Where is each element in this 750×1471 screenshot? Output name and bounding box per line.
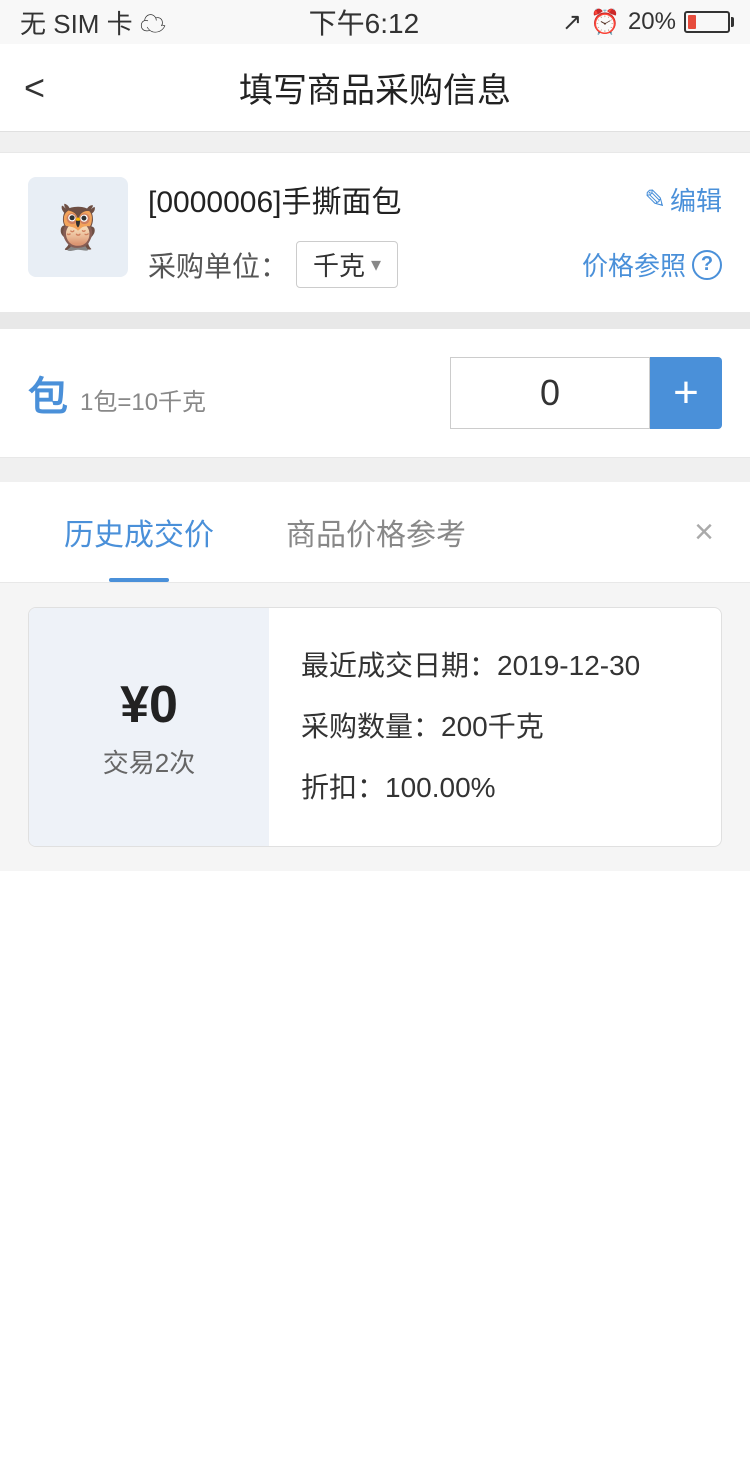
- page-title: 填写商品采购信息: [239, 63, 511, 112]
- edit-button[interactable]: ✎ 编辑: [644, 181, 722, 218]
- battery-fill: [688, 15, 696, 29]
- recent-date-value: 2019-12-30: [497, 650, 640, 681]
- status-right: ↗ ⏰ 20%: [562, 8, 730, 37]
- unit-label: 采购单位：: [148, 245, 288, 285]
- alarm-icon: ⏰: [590, 8, 620, 37]
- status-bar: 无 SIM 卡 ☁ 下午6:12 ↗ ⏰ 20%: [0, 0, 750, 44]
- recent-date-row: 最近成交日期：2019-12-30: [301, 644, 689, 689]
- quantity-plus-button[interactable]: +: [650, 357, 722, 429]
- quantity-unit-big: 包: [28, 364, 68, 422]
- price-left-panel: ¥0 交易2次: [29, 608, 269, 846]
- purchase-qty-label: 采购数量：: [301, 711, 441, 742]
- price-transactions: 交易2次: [103, 743, 195, 780]
- recent-date-label: 最近成交日期：: [301, 650, 497, 681]
- currency-symbol: ¥: [120, 676, 149, 734]
- no-sim-text: 无 SIM 卡 ☁: [20, 4, 166, 41]
- price-amount: ¥0: [120, 675, 178, 735]
- product-card: 🦉 [0000006]手撕面包 ✎ 编辑 采购单位： 千克 ▾: [0, 152, 750, 313]
- nav-bar: < 填写商品采购信息: [0, 44, 750, 132]
- tab-close-button[interactable]: ×: [686, 505, 722, 560]
- purchase-qty-row: 采购数量：200千克: [301, 705, 689, 750]
- status-left: 无 SIM 卡 ☁: [20, 4, 166, 41]
- battery-icon: [684, 11, 730, 33]
- purchase-qty-value: 200千克: [441, 711, 544, 742]
- quantity-conversion: 1包=10千克: [80, 382, 206, 417]
- quantity-row: 包 1包=10千克 0 +: [0, 329, 750, 458]
- unit-select-dropdown[interactable]: 千克 ▾: [296, 241, 398, 288]
- price-ref-label: 价格参照: [582, 246, 686, 283]
- product-thumbnail: 🦉: [28, 177, 128, 277]
- edit-icon: ✎: [644, 184, 666, 215]
- price-card: ¥0 交易2次 最近成交日期：2019-12-30 采购数量：200千克 折扣：…: [28, 607, 722, 847]
- price-ref-button[interactable]: 价格参照 ?: [582, 246, 722, 283]
- product-header: 🦉 [0000006]手撕面包 ✎ 编辑 采购单位： 千克 ▾: [28, 177, 722, 288]
- product-info: [0000006]手撕面包 ✎ 编辑 采购单位： 千克 ▾ 价格参照 ?: [148, 177, 722, 288]
- help-circle-icon: ?: [692, 250, 722, 280]
- product-name-text: 手撕面包: [281, 186, 401, 219]
- amount-value: 0: [149, 676, 178, 734]
- product-owl-icon: 🦉: [51, 201, 106, 253]
- product-id: [0000006]: [148, 186, 281, 219]
- unit-value: 千克: [313, 246, 365, 283]
- tab-product-price-ref[interactable]: 商品价格参考: [250, 482, 502, 582]
- battery-percent: 20%: [628, 8, 676, 36]
- quantity-control: 0 +: [450, 357, 722, 429]
- price-right-panel: 最近成交日期：2019-12-30 采购数量：200千克 折扣：100.00%: [269, 608, 721, 846]
- tab-history-price[interactable]: 历史成交价: [28, 482, 250, 582]
- discount-label: 折扣：: [301, 772, 385, 803]
- back-button[interactable]: <: [24, 67, 45, 109]
- quantity-input[interactable]: 0: [450, 357, 650, 429]
- tabs-list: 历史成交价 商品价格参考: [28, 482, 502, 582]
- quantity-label-group: 包 1包=10千克: [28, 364, 206, 422]
- location-icon: ↗: [562, 8, 582, 37]
- product-title-row: [0000006]手撕面包 ✎ 编辑: [148, 177, 722, 221]
- section-divider: [0, 313, 750, 329]
- purchase-unit-row: 采购单位： 千克 ▾ 价格参照 ?: [148, 241, 722, 288]
- edit-label: 编辑: [670, 181, 722, 218]
- discount-value: 100.00%: [385, 772, 496, 803]
- price-card-wrap: ¥0 交易2次 最近成交日期：2019-12-30 采购数量：200千克 折扣：…: [0, 583, 750, 871]
- product-name: [0000006]手撕面包: [148, 177, 401, 221]
- tabs-bar: 历史成交价 商品价格参考 ×: [0, 482, 750, 583]
- dropdown-arrow-icon: ▾: [371, 252, 381, 277]
- page-rest: [0, 871, 750, 1471]
- status-time: 下午6:12: [309, 2, 420, 42]
- discount-row: 折扣：100.00%: [301, 766, 689, 811]
